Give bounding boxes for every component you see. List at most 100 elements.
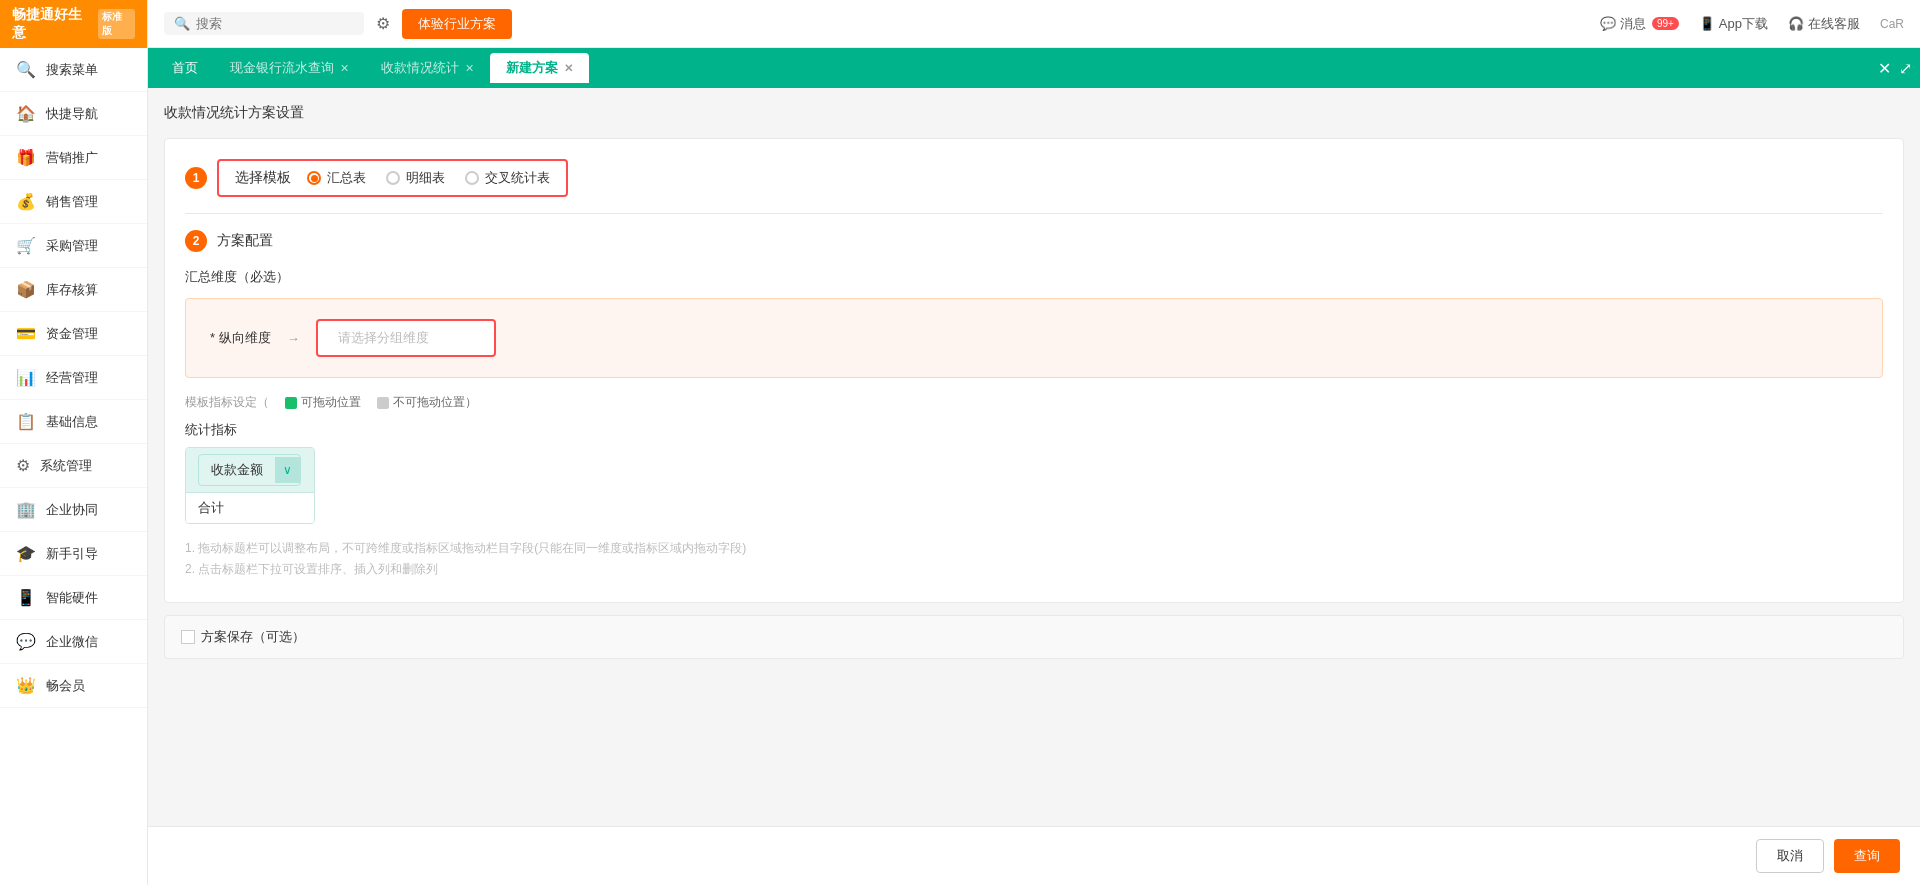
search-menu-icon: 🔍: [16, 60, 36, 79]
tab-bank-flow[interactable]: 现金银行流水查询 ✕: [214, 53, 365, 83]
save-checkbox-row[interactable]: 方案保存（可选）: [181, 628, 305, 646]
sidebar: 畅捷通好生意 标准版 🔍 搜索菜单 🏠 快捷导航 🎁 营销推广 💰 销售管理 🛒…: [0, 0, 148, 885]
sidebar-item-label: 企业微信: [46, 633, 98, 651]
newbie-icon: 🎓: [16, 544, 36, 563]
arrow-icon: →: [287, 331, 300, 346]
dimension-title: 汇总维度（必选）: [185, 268, 1883, 286]
sidebar-item-member[interactable]: 👑 畅会员: [0, 664, 147, 708]
tab-collection-stats-label: 收款情况统计: [381, 59, 459, 77]
sidebar-item-label: 畅会员: [46, 677, 85, 695]
tab-home-label: 首页: [172, 59, 198, 77]
dimension-selector[interactable]: 请选择分组维度: [316, 319, 496, 357]
sidebar-item-search-menu[interactable]: 🔍 搜索菜单: [0, 48, 147, 92]
finance-icon: 💳: [16, 324, 36, 343]
topbar: 🔍 ⚙ 体验行业方案 💬 消息 99+ 📱 App下载 🎧 在线客服 CaR: [148, 0, 1920, 48]
sidebar-item-quick-nav[interactable]: 🏠 快捷导航: [0, 92, 147, 136]
dimension-title-text: 汇总维度（必选）: [185, 269, 289, 284]
sidebar-item-label: 企业协同: [46, 501, 98, 519]
tab-new-plan-label: 新建方案: [506, 59, 558, 77]
sidebar-item-wechat[interactable]: 💬 企业微信: [0, 620, 147, 664]
total-label: 合计: [198, 500, 224, 515]
page-content: 收款情况统计方案设置 1 选择模板 汇总表: [148, 88, 1920, 826]
tab-home[interactable]: 首页: [156, 53, 214, 83]
sidebar-item-operation[interactable]: 📊 经营管理: [0, 356, 147, 400]
wechat-icon: 💬: [16, 632, 36, 651]
legend-fixed: 不可拖动位置）: [377, 394, 477, 411]
cancel-button[interactable]: 取消: [1756, 839, 1824, 873]
step2-label: 方案配置: [217, 232, 273, 250]
radio-cross-circle: [465, 171, 479, 185]
sidebar-item-label: 销售管理: [46, 193, 98, 211]
inventory-icon: 📦: [16, 280, 36, 299]
radio-cross-label: 交叉统计表: [485, 169, 550, 187]
search-icon: 🔍: [174, 16, 190, 31]
draggable-tag[interactable]: 收款金额 ∨: [198, 454, 301, 486]
enterprise-icon: 🏢: [16, 500, 36, 519]
sidebar-item-newbie[interactable]: 🎓 新手引导: [0, 532, 147, 576]
tag-dropdown-icon[interactable]: ∨: [275, 457, 300, 483]
system-icon: ⚙: [16, 456, 30, 475]
app-icon: 📱: [1699, 16, 1715, 31]
move-dot: [285, 397, 297, 409]
tab-new-plan-close[interactable]: ✕: [564, 62, 573, 75]
sidebar-item-sales[interactable]: 💰 销售管理: [0, 180, 147, 224]
sidebar-item-enterprise[interactable]: 🏢 企业协同: [0, 488, 147, 532]
quick-nav-icon: 🏠: [16, 104, 36, 123]
save-section: 方案保存（可选）: [164, 615, 1904, 659]
tip1: 1. 拖动标题栏可以调整布局，不可跨维度或指标区域拖动栏目字段(只能在同一维度或…: [185, 540, 1883, 557]
legend-move-label: 可拖动位置: [301, 394, 361, 411]
tab-new-plan[interactable]: 新建方案 ✕: [490, 53, 589, 83]
sidebar-item-purchase[interactable]: 🛒 采购管理: [0, 224, 147, 268]
legend-move: 可拖动位置: [285, 394, 361, 411]
tag-text: 收款金额: [199, 455, 275, 485]
indicator-header: 模板指标设定（ 可拖动位置 不可拖动位置）: [185, 394, 1883, 411]
app-download-item[interactable]: 📱 App下载: [1699, 15, 1768, 33]
indicator-section-title: 模板指标设定（: [185, 394, 269, 411]
vertical-label: * 纵向维度: [210, 329, 271, 347]
close-window-icon[interactable]: ✕: [1878, 59, 1891, 78]
step2-header: 2 方案配置: [185, 230, 1883, 252]
radio-summary[interactable]: 汇总表: [307, 169, 366, 187]
sidebar-item-label: 营销推广: [46, 149, 98, 167]
sidebar-item-basic-info[interactable]: 📋 基础信息: [0, 400, 147, 444]
template-outline: 选择模板 汇总表 明细表: [217, 159, 568, 197]
operation-icon: 📊: [16, 368, 36, 387]
maximize-icon[interactable]: ⤢: [1899, 59, 1912, 78]
indicator-section: 模板指标设定（ 可拖动位置 不可拖动位置） 统计指标: [185, 394, 1883, 524]
tab-collection-stats-close[interactable]: ✕: [465, 62, 474, 75]
search-input[interactable]: [196, 16, 356, 31]
fixed-dot: [377, 397, 389, 409]
sidebar-item-label: 新手引导: [46, 545, 98, 563]
tab-collection-stats[interactable]: 收款情况统计 ✕: [365, 53, 490, 83]
indicator-grid: 收款金额 ∨ 合计: [185, 447, 315, 524]
online-service-item[interactable]: 🎧 在线客服: [1788, 15, 1860, 33]
dimension-selector-placeholder: 请选择分组维度: [338, 330, 429, 345]
trial-btn[interactable]: 体验行业方案: [402, 9, 512, 39]
radio-detail-label: 明细表: [406, 169, 445, 187]
sidebar-item-system[interactable]: ⚙ 系统管理: [0, 444, 147, 488]
radio-cross[interactable]: 交叉统计表: [465, 169, 550, 187]
main-area: 🔍 ⚙ 体验行业方案 💬 消息 99+ 📱 App下载 🎧 在线客服 CaR 首…: [148, 0, 1920, 885]
search-box[interactable]: 🔍: [164, 12, 364, 35]
sidebar-item-label: 采购管理: [46, 237, 98, 255]
radio-detail[interactable]: 明细表: [386, 169, 445, 187]
template-radio-group: 汇总表 明细表 交叉统计表: [307, 169, 550, 187]
notification-item[interactable]: 💬 消息 99+: [1600, 15, 1679, 33]
service-icon: 🎧: [1788, 16, 1804, 31]
purchase-icon: 🛒: [16, 236, 36, 255]
sidebar-item-label: 库存核算: [46, 281, 98, 299]
sidebar-item-hardware[interactable]: 📱 智能硬件: [0, 576, 147, 620]
footer-buttons: 取消 查询: [148, 826, 1920, 885]
sidebar-item-inventory[interactable]: 📦 库存核算: [0, 268, 147, 312]
sidebar-item-finance[interactable]: 💳 资金管理: [0, 312, 147, 356]
basic-info-icon: 📋: [16, 412, 36, 431]
main-card: 1 选择模板 汇总表 明细表: [164, 138, 1904, 603]
sidebar-logo: 畅捷通好生意 标准版: [0, 0, 147, 48]
sidebar-item-marketing[interactable]: 🎁 营销推广: [0, 136, 147, 180]
query-button[interactable]: 查询: [1834, 839, 1900, 873]
tab-bank-flow-close[interactable]: ✕: [340, 62, 349, 75]
marketing-icon: 🎁: [16, 148, 36, 167]
member-icon: 👑: [16, 676, 36, 695]
settings-icon[interactable]: ⚙: [376, 14, 390, 33]
save-checkbox[interactable]: [181, 630, 195, 644]
